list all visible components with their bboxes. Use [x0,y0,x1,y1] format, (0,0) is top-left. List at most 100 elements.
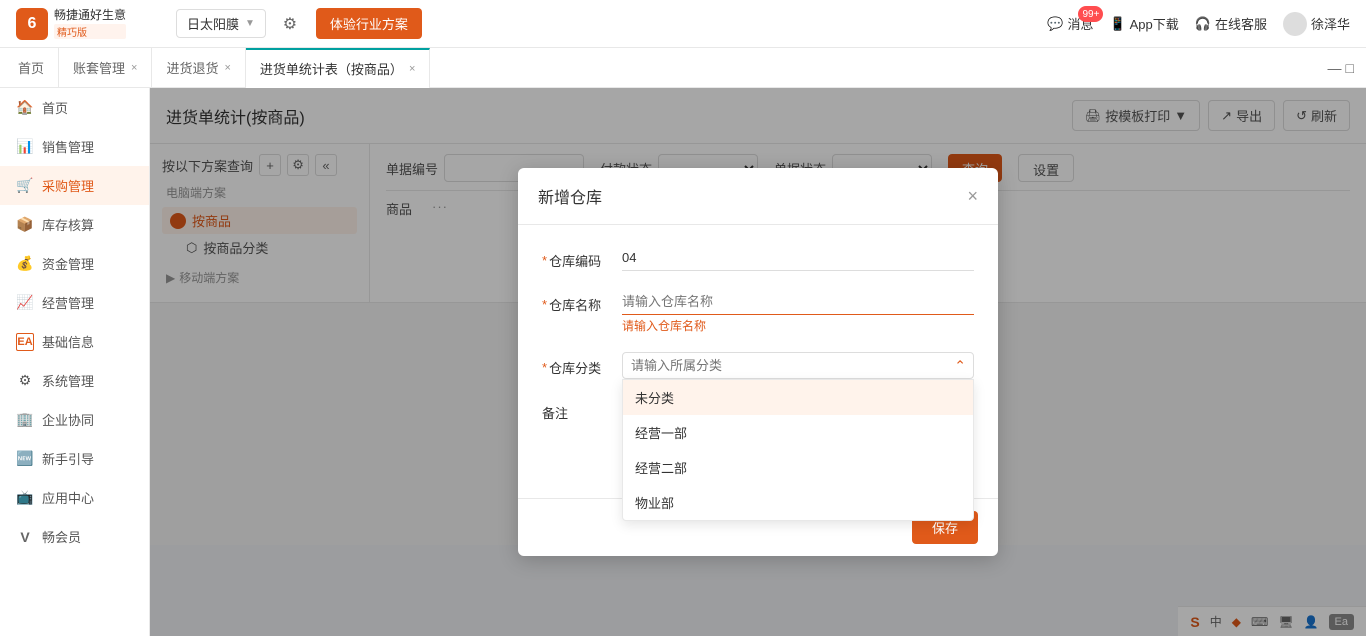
tab-purchase-stats[interactable]: 进货单统计表（按商品） × [246,48,430,88]
newbie-icon: 🆕 [16,450,34,468]
sales-icon: 📊 [16,138,34,156]
dropdown-item-uncategorized[interactable]: 未分类 [623,380,973,415]
category-label: * 仓库分类 [542,352,622,377]
sidebar-system-label: 系统管理 [42,371,94,390]
sidebar-item-newbie[interactable]: 🆕 新手引导 [0,439,149,478]
inventory-icon: 📦 [16,216,34,234]
member-icon: V [16,528,34,546]
tab-returns[interactable]: 进货退货 × [152,48,245,88]
try-industry-button[interactable]: 体验行业方案 [316,8,422,39]
message-item[interactable]: 💬 消息 99+ [1047,14,1093,33]
name-input[interactable] [622,289,974,315]
sidebar: 🏠 首页 📊 销售管理 🛒 采购管理 📦 库存核算 💰 资金管理 📈 经营管理 … [0,88,150,636]
tab-minimize-button[interactable]: — [1328,60,1342,76]
tab-bar-controls: — □ [1320,60,1362,76]
operations-icon: 📈 [16,294,34,312]
main-layout: 🏠 首页 📊 销售管理 🛒 采购管理 📦 库存核算 💰 资金管理 📈 经营管理 … [0,88,1366,636]
sidebar-finance-label: 资金管理 [42,254,94,273]
sidebar-newbie-label: 新手引导 [42,449,94,468]
message-icon: 💬 [1047,16,1063,32]
sidebar-item-basic[interactable]: EA 基础信息 [0,322,149,361]
tab-returns-label: 进货退货 [166,58,218,77]
sidebar-enterprise-label: 企业协同 [42,410,94,429]
category-select-wrap: ⌃ 未分类 经营一部 经营二部 物业部 [622,352,974,379]
sidebar-sales-label: 销售管理 [42,137,94,156]
category-dropdown: 未分类 经营一部 经营二部 物业部 [622,379,974,521]
sidebar-member-label: 畅会员 [42,527,81,546]
name-error-msg: 请输入仓库名称 [622,317,974,334]
apps-icon: 📺 [16,489,34,507]
form-row-category: * 仓库分类 ⌃ 未分类 经营一部 经营二部 [542,352,974,379]
category-arrow-icon[interactable]: ⌃ [954,357,966,374]
form-row-name: * 仓库名称 请输入仓库名称 [542,289,974,334]
tab-returns-close[interactable]: × [224,62,230,74]
modal-overlay: 新增仓库 × * 仓库编码 [150,88,1366,636]
enterprise-icon: 🏢 [16,411,34,429]
tab-account[interactable]: 账套管理 × [59,48,152,88]
modal: 新增仓库 × * 仓库编码 [518,168,998,556]
store-selector[interactable]: 日太阳膜 ▼ [176,9,266,38]
header-right: 💬 消息 99+ 📱 App下载 🎧 在线客服 徐泽华 [1047,12,1350,36]
form-row-code: * 仓库编码 [542,245,974,271]
dropdown-item-property[interactable]: 物业部 [623,485,973,520]
name-label: * 仓库名称 [542,289,622,314]
system-icon: ⚙ [16,372,34,390]
modal-title: 新增仓库 [538,184,602,208]
modal-body: * 仓库编码 * 仓库名称 [518,225,998,498]
code-label: * 仓库编码 [542,245,622,270]
sidebar-item-system[interactable]: ⚙ 系统管理 [0,361,149,400]
sidebar-purchase-label: 采购管理 [42,176,94,195]
sidebar-item-apps[interactable]: 📺 应用中心 [0,478,149,517]
logo-badge: 精巧版 [54,24,126,39]
tab-bar: 首页 账套管理 × 进货退货 × 进货单统计表（按商品） × — □ [0,48,1366,88]
mobile-icon: 📱 [1109,16,1125,32]
sidebar-item-finance[interactable]: 💰 资金管理 [0,244,149,283]
top-header: 6 畅捷通好生意 精巧版 日太阳膜 ▼ ⚙ 体验行业方案 💬 消息 99+ 📱 … [0,0,1366,48]
sidebar-inventory-label: 库存核算 [42,215,94,234]
sidebar-item-operations[interactable]: 📈 经营管理 [0,283,149,322]
headset-icon: 🎧 [1195,16,1211,32]
gear-button[interactable]: ⚙ [274,8,306,40]
sidebar-operations-label: 经营管理 [42,293,94,312]
category-input[interactable] [622,352,974,379]
modal-close-button[interactable]: × [967,186,978,207]
username: 徐泽华 [1311,14,1350,33]
sidebar-basic-label: 基础信息 [42,332,94,351]
sidebar-item-home[interactable]: 🏠 首页 [0,88,149,127]
tab-account-close[interactable]: × [131,62,137,74]
dropdown-item-ops2[interactable]: 经营二部 [623,450,973,485]
logo-area: 6 畅捷通好生意 精巧版 [16,8,166,40]
tab-home[interactable]: 首页 [4,48,59,88]
user-item[interactable]: 徐泽华 [1283,12,1350,36]
home-icon: 🏠 [16,99,34,117]
tab-purchase-stats-label: 进货单统计表（按商品） [260,59,403,78]
tab-account-label: 账套管理 [73,58,125,77]
logo-icon: 6 [16,8,48,40]
sidebar-home-label: 首页 [42,98,68,117]
sidebar-item-member[interactable]: V 畅会员 [0,517,149,556]
basic-icon: EA [16,333,34,351]
sidebar-apps-label: 应用中心 [42,488,94,507]
app-download-label: App下载 [1130,14,1179,33]
online-service-label: 在线客服 [1215,14,1267,33]
tab-home-label: 首页 [18,58,44,77]
code-input[interactable] [622,245,974,271]
modal-header: 新增仓库 × [518,168,998,225]
tab-maximize-button[interactable]: □ [1346,60,1354,76]
purchase-icon: 🛒 [16,177,34,195]
note-label: 备注 [542,397,622,422]
tab-purchase-stats-close[interactable]: × [409,63,415,75]
avatar [1283,12,1307,36]
sidebar-item-inventory[interactable]: 📦 库存核算 [0,205,149,244]
content-area: 进货单统计(按商品) 🖨 按模板打印 ▼ ↗ 导出 ↺ 刷新 [150,88,1366,636]
dropdown-item-ops1[interactable]: 经营一部 [623,415,973,450]
sidebar-item-sales[interactable]: 📊 销售管理 [0,127,149,166]
sidebar-item-enterprise[interactable]: 🏢 企业协同 [0,400,149,439]
store-name: 日太阳膜 [187,14,239,33]
sidebar-item-purchase[interactable]: 🛒 采购管理 [0,166,149,205]
app-download-item[interactable]: 📱 App下载 [1109,14,1178,33]
finance-icon: 💰 [16,255,34,273]
store-arrow: ▼ [245,18,255,29]
logo-text-main: 畅捷通好生意 [54,8,126,24]
online-service-item[interactable]: 🎧 在线客服 [1195,14,1267,33]
